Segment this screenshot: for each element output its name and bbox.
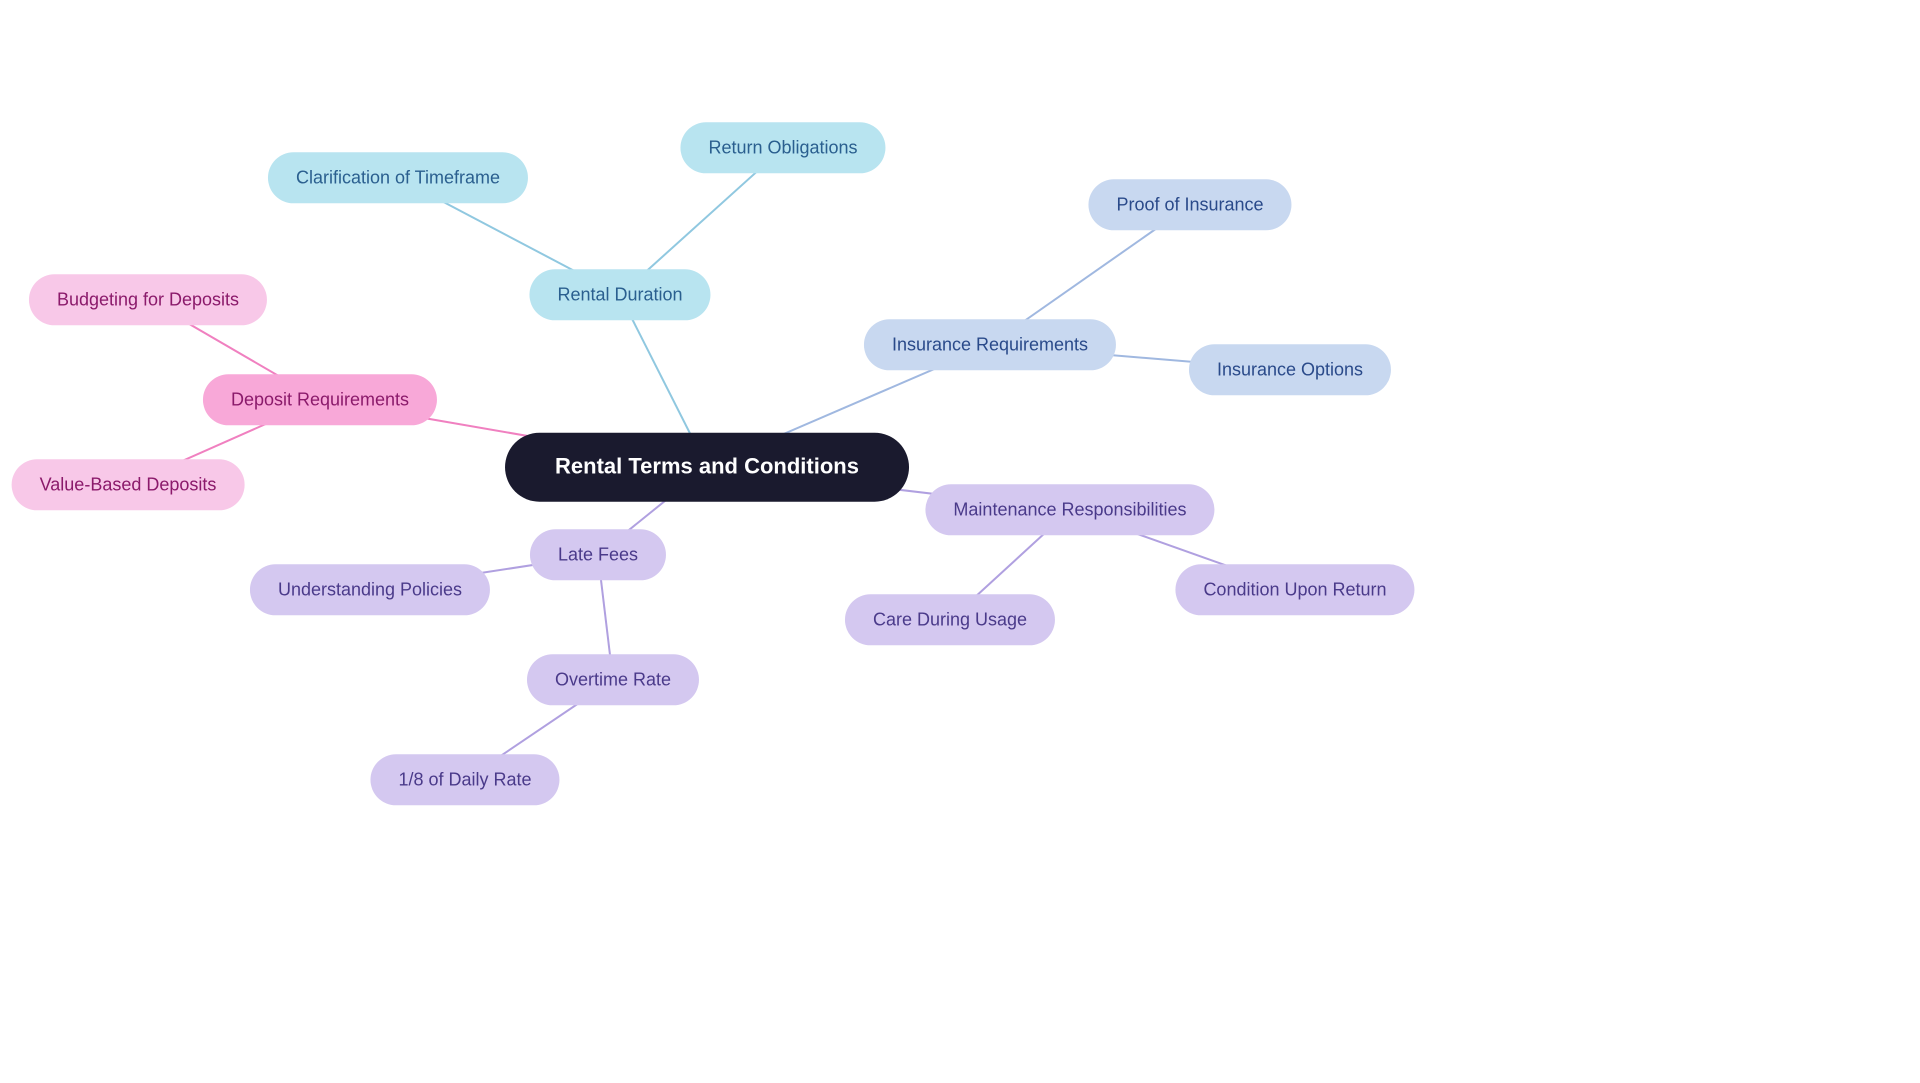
care-label: Care During Usage (873, 608, 1027, 631)
late-fees-label: Late Fees (558, 543, 638, 566)
center-node: Rental Terms and Conditions (505, 433, 909, 502)
rental-duration-label: Rental Duration (557, 283, 682, 306)
insurance-options-node: Insurance Options (1189, 344, 1391, 395)
daily-rate-node: 1/8 of Daily Rate (370, 754, 559, 805)
clarification-label: Clarification of Timeframe (296, 166, 500, 189)
return-obligations-label: Return Obligations (708, 136, 857, 159)
understanding-node: Understanding Policies (250, 564, 490, 615)
deposit-label: Deposit Requirements (231, 388, 409, 411)
condition-label: Condition Upon Return (1203, 578, 1386, 601)
proof-insurance-node: Proof of Insurance (1088, 179, 1291, 230)
overtime-label: Overtime Rate (555, 668, 671, 691)
overtime-rate-node: Overtime Rate (527, 654, 699, 705)
clarification-node: Clarification of Timeframe (268, 152, 528, 203)
budgeting-label: Budgeting for Deposits (57, 288, 239, 311)
budgeting-node: Budgeting for Deposits (29, 274, 267, 325)
rental-duration-node: Rental Duration (529, 269, 710, 320)
late-fees-node: Late Fees (530, 529, 666, 580)
proof-label: Proof of Insurance (1116, 193, 1263, 216)
deposit-requirements-node: Deposit Requirements (203, 374, 437, 425)
return-obligations-node: Return Obligations (680, 122, 885, 173)
value-based-node: Value-Based Deposits (12, 459, 245, 510)
center-label: Rental Terms and Conditions (555, 453, 859, 482)
maintenance-label: Maintenance Responsibilities (953, 498, 1186, 521)
understanding-label: Understanding Policies (278, 578, 462, 601)
maintenance-node: Maintenance Responsibilities (925, 484, 1214, 535)
options-label: Insurance Options (1217, 358, 1363, 381)
condition-return-node: Condition Upon Return (1175, 564, 1414, 615)
care-during-node: Care During Usage (845, 594, 1055, 645)
insurance-requirements-node: Insurance Requirements (864, 319, 1116, 370)
insurance-label: Insurance Requirements (892, 333, 1088, 356)
daily-rate-label: 1/8 of Daily Rate (398, 768, 531, 791)
value-based-label: Value-Based Deposits (40, 473, 217, 496)
